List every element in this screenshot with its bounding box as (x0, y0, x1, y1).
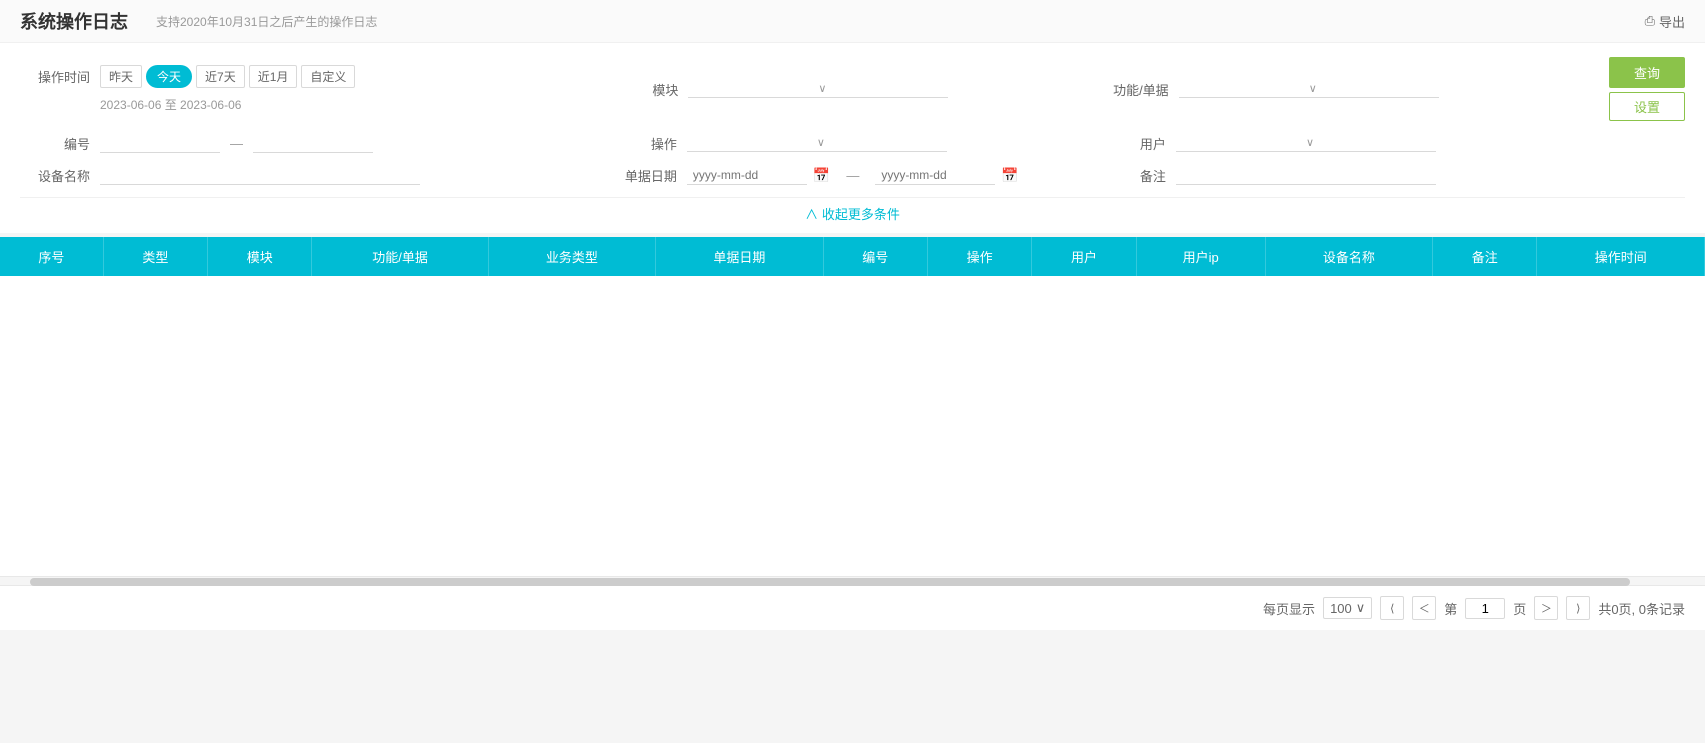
page-input[interactable] (1465, 598, 1505, 619)
user-filter: 用户 ∨ (1096, 134, 1585, 153)
remark-filter: 备注 (1096, 165, 1585, 185)
data-table: 序号 类型 模块 功能/单据 业务类型 单据日期 编号 操作 用户 用户ip 设… (0, 237, 1705, 276)
per-page-select[interactable]: 100 ∨ (1323, 597, 1372, 619)
func-select[interactable]: ∨ (1179, 80, 1439, 98)
next-page-button[interactable]: ＞ (1534, 596, 1558, 620)
scrollbar-thumb[interactable] (30, 578, 1630, 586)
operation-select[interactable]: ∨ (687, 134, 947, 152)
filter-row-3: 设备名称 单据日期 📅 — 📅 备注 (20, 165, 1685, 185)
collapse-up-icon: ∧ (805, 207, 818, 222)
col-remark: 备注 (1433, 237, 1537, 276)
user-select[interactable]: ∨ (1176, 134, 1436, 152)
time-btn-1month[interactable]: 近1月 (249, 65, 298, 88)
operation-chevron-icon: ∨ (817, 136, 941, 149)
col-biz-type: 业务类型 (488, 237, 655, 276)
col-device: 设备名称 (1265, 237, 1432, 276)
code-label: 编号 (20, 134, 100, 153)
time-label: 操作时间 (20, 67, 100, 86)
table-container: 序号 类型 模块 功能/单据 业务类型 单据日期 编号 操作 用户 用户ip 设… (0, 237, 1705, 576)
time-btn-7days[interactable]: 近7天 (196, 65, 245, 88)
last-page-button[interactable]: ⟩ (1566, 596, 1590, 620)
col-code: 编号 (823, 237, 927, 276)
date-to-input[interactable] (875, 166, 995, 185)
col-operation: 操作 (927, 237, 1031, 276)
user-chevron-icon: ∨ (1306, 136, 1430, 149)
prev-page-button[interactable]: ＜ (1412, 596, 1436, 620)
col-user-ip: 用户ip (1136, 237, 1265, 276)
calendar-to-icon[interactable]: 📅 (1001, 167, 1018, 184)
voucher-date-label: 单据日期 (607, 166, 687, 185)
first-page-button[interactable]: ⟨ (1380, 596, 1404, 620)
time-btn-custom[interactable]: 自定义 (301, 65, 355, 88)
module-label: 模块 (608, 80, 688, 99)
settings-button[interactable]: 设置 (1609, 92, 1685, 121)
horizontal-scrollbar[interactable] (0, 576, 1705, 586)
per-page-label: 每页显示 (1263, 599, 1315, 618)
device-input[interactable] (100, 165, 420, 185)
col-seq: 序号 (0, 237, 103, 276)
per-page-value: 100 (1330, 601, 1352, 616)
page-unit: 页 (1513, 599, 1526, 618)
filter-area: 操作时间 昨天 今天 近7天 近1月 自定义 2023-06-06 至 2023… (0, 43, 1705, 233)
collapse-label[interactable]: 收起更多条件 (822, 207, 900, 222)
col-voucher-date: 单据日期 (656, 237, 823, 276)
time-filter: 操作时间 昨天 今天 近7天 近1月 自定义 2023-06-06 至 2023… (20, 65, 608, 113)
col-type: 类型 (103, 237, 207, 276)
col-user: 用户 (1032, 237, 1136, 276)
module-select[interactable]: ∨ (688, 80, 948, 98)
operation-filter: 操作 ∨ (607, 134, 1096, 153)
pagination-bar: 每页显示 100 ∨ ⟨ ＜ 第 页 ＞ ⟩ 共0页, 0条记录 (0, 586, 1705, 630)
func-chevron-icon: ∨ (1309, 82, 1433, 95)
voucher-date-filter: 单据日期 📅 — 📅 (607, 166, 1096, 185)
page-subtitle: 支持2020年10月31日之后产生的操作日志 (156, 13, 377, 30)
date-range-display: 2023-06-06 至 2023-06-06 (100, 96, 241, 113)
device-label: 设备名称 (20, 166, 100, 185)
action-buttons: 查询 设置 (1609, 57, 1685, 121)
module-chevron-icon: ∨ (818, 82, 942, 95)
time-btn-today[interactable]: 今天 (146, 65, 192, 88)
date-range-inputs: 📅 — 📅 (687, 166, 1019, 185)
col-func: 功能/单据 (312, 237, 488, 276)
func-filter: 功能/单据 ∨ (1099, 80, 1589, 99)
code-from-input[interactable] (100, 133, 220, 153)
table-header: 序号 类型 模块 功能/单据 业务类型 单据日期 编号 操作 用户 用户ip 设… (0, 237, 1705, 276)
empty-area (0, 276, 1705, 576)
export-icon: ⎙ (1645, 13, 1655, 29)
query-button[interactable]: 查询 (1609, 57, 1685, 88)
code-filter: 编号 — (20, 133, 607, 153)
user-label: 用户 (1096, 134, 1176, 153)
filter-row-2: 编号 — 操作 ∨ 用户 ∨ (20, 133, 1685, 153)
operation-label: 操作 (607, 134, 687, 153)
code-to-input[interactable] (253, 133, 373, 153)
page-header: 系统操作日志 支持2020年10月31日之后产生的操作日志 ⎙ 导出 (0, 0, 1705, 43)
remark-input[interactable] (1176, 165, 1436, 185)
module-filter: 模块 ∨ (608, 80, 1098, 99)
export-button[interactable]: ⎙ 导出 (1645, 12, 1685, 31)
total-info: 共0页, 0条记录 (1598, 599, 1685, 618)
collapse-bar[interactable]: ∧ 收起更多条件 (20, 197, 1685, 229)
date-from-input[interactable] (687, 166, 807, 185)
calendar-from-icon[interactable]: 📅 (813, 167, 830, 184)
filter-row-1: 操作时间 昨天 今天 近7天 近1月 自定义 2023-06-06 至 2023… (20, 57, 1685, 121)
remark-label: 备注 (1096, 166, 1176, 185)
code-separator: — (230, 136, 243, 151)
per-page-chevron-icon: ∨ (1356, 600, 1366, 616)
page-title: 系统操作日志 (20, 8, 128, 34)
device-filter: 设备名称 (20, 165, 607, 185)
col-module: 模块 (208, 237, 312, 276)
func-label: 功能/单据 (1099, 80, 1179, 99)
page-label: 第 (1444, 599, 1457, 618)
time-buttons: 昨天 今天 近7天 近1月 自定义 (100, 65, 355, 88)
col-op-time: 操作时间 (1537, 237, 1705, 276)
time-btn-yesterday[interactable]: 昨天 (100, 65, 142, 88)
